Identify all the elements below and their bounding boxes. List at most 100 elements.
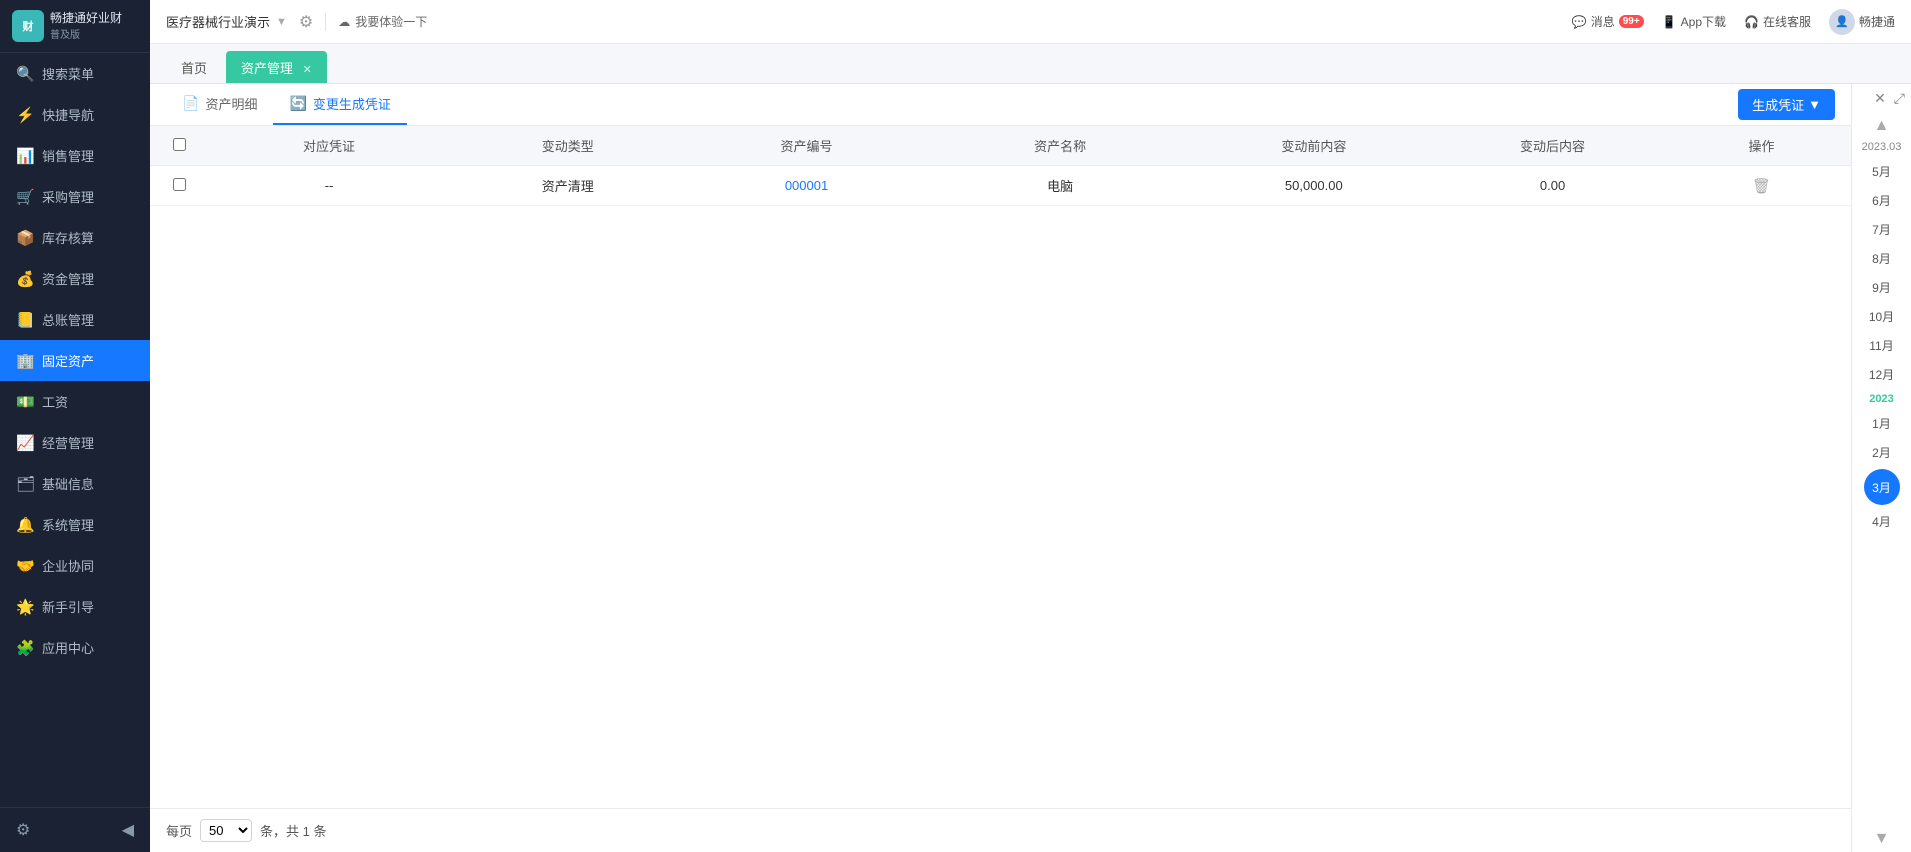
tab-close-button[interactable]: ✕ [303, 64, 312, 76]
sales-icon: 📊 [16, 147, 34, 165]
company-name: 医疗器械行业演示 [166, 12, 270, 31]
messages-button[interactable]: 💬 消息 99+ [1572, 13, 1644, 30]
sidebar-item-label: 系统管理 [42, 515, 94, 534]
month-4[interactable]: 4月 [1852, 507, 1911, 536]
settings-icon[interactable]: ⚙ [16, 820, 30, 840]
header-code-col: 资产编号 [687, 126, 926, 166]
customer-service-icon: 🎧 [1744, 15, 1759, 29]
messages-label: 消息 [1591, 13, 1615, 30]
experience-button[interactable]: ☁ 我要体验一下 [338, 13, 427, 30]
sidebar-bottom: ⚙ ◀ [0, 807, 150, 852]
topbar-divider [325, 13, 326, 31]
sidebar-item-sales[interactable]: 📊 销售管理 [0, 135, 150, 176]
user-menu-button[interactable]: 👤 畅捷通 [1829, 9, 1895, 35]
sidebar-item-label: 库存核算 [42, 228, 94, 247]
sidebar-item-guide[interactable]: 🌟 新手引导 [0, 586, 150, 627]
customer-service-button[interactable]: 🎧 在线客服 [1744, 13, 1811, 30]
purchase-icon: 🛒 [16, 188, 34, 206]
avatar: 👤 [1829, 9, 1855, 35]
sidebar-item-label: 销售管理 [42, 146, 94, 165]
ledger-icon: 📒 [16, 311, 34, 329]
row-code-cell: 000001 [687, 166, 926, 206]
year-2023-badge: 2023 [1852, 389, 1911, 409]
month-5[interactable]: 5月 [1852, 157, 1911, 186]
sidebar-item-operation[interactable]: 📈 经营管理 [0, 422, 150, 463]
sidebar-item-quicknav[interactable]: ⚡ 快捷导航 [0, 94, 150, 135]
dropdown-icon: ▼ [276, 16, 287, 28]
header-after-col: 变动后内容 [1433, 126, 1672, 166]
content-main: 📄 资产明细 🔄 变更生成凭证 生成凭证 ▼ [150, 84, 1851, 852]
year-month-label: 2023.03 [1852, 139, 1911, 157]
month-3-active[interactable]: 3月 [1864, 469, 1900, 505]
sidebar-item-salary[interactable]: 💵 工资 [0, 381, 150, 422]
month-12[interactable]: 12月 [1852, 360, 1911, 389]
table-row: -- 资产清理 000001 电脑 50,000.00 0.00 🗑 [150, 166, 1851, 206]
app-download-button[interactable]: 📱 App下载 [1662, 13, 1726, 30]
scroll-up-button[interactable]: ▲ [1852, 113, 1911, 139]
subtab-change-voucher[interactable]: 🔄 变更生成凭证 [273, 84, 406, 125]
app-logo-icon: 财 [12, 10, 44, 42]
sidebar-item-label: 资金管理 [42, 269, 94, 288]
sidebar-item-search[interactable]: 🔍 搜索菜单 [0, 53, 150, 94]
sidebar-item-label: 快捷导航 [42, 105, 94, 124]
tab-home-label: 首页 [181, 61, 207, 76]
change-voucher-icon: 🔄 [289, 95, 306, 112]
header-action-col: 操作 [1672, 126, 1851, 166]
guide-icon: 🌟 [16, 598, 34, 616]
scroll-down-button[interactable]: ▼ [1852, 826, 1911, 852]
tab-home[interactable]: 首页 [166, 51, 222, 83]
subtab-change-voucher-label: 变更生成凭证 [313, 94, 391, 113]
fixedasset-icon: 🏢 [16, 352, 34, 370]
subtab-asset-detail[interactable]: 📄 资产明细 [166, 84, 273, 125]
collapse-sidebar-button[interactable]: ◀ [122, 820, 134, 840]
quicknav-icon: ⚡ [16, 106, 34, 124]
header-before-col: 变动前内容 [1194, 126, 1433, 166]
month-7[interactable]: 7月 [1852, 215, 1911, 244]
month-2[interactable]: 2月 [1852, 438, 1911, 467]
sidebar: 财 畅捷通好业财 普及版 🔍 搜索菜单 ⚡ 快捷导航 📊 销售管理 🛒 采购管理… [0, 0, 150, 852]
row-voucher-cell: -- [210, 166, 449, 206]
generate-voucher-button[interactable]: 生成凭证 ▼ [1738, 89, 1835, 120]
header-checkbox-col [150, 126, 210, 166]
sidebar-item-apps[interactable]: 🧩 应用中心 [0, 627, 150, 668]
tab-asset-mgmt-label: 资产管理 [241, 61, 293, 76]
delete-row-button[interactable]: 🗑 [1752, 178, 1771, 195]
settings-gear-icon[interactable]: ⚙ [299, 12, 313, 32]
sidebar-item-label: 企业协同 [42, 556, 94, 575]
month-8[interactable]: 8月 [1852, 244, 1911, 273]
month-11[interactable]: 11月 [1852, 331, 1911, 360]
company-title[interactable]: 医疗器械行业演示 ▼ [166, 12, 287, 31]
row-after-cell: 0.00 [1433, 166, 1672, 206]
per-page-select[interactable]: 50 10 20 100 [200, 819, 252, 842]
collab-icon: 🤝 [16, 557, 34, 575]
generate-voucher-label: 生成凭证 [1752, 95, 1804, 114]
right-panel-expand-button[interactable]: ⤢ [1892, 88, 1907, 109]
finance-icon: 💰 [16, 270, 34, 288]
select-all-checkbox[interactable] [173, 138, 186, 151]
row-checkbox[interactable] [173, 178, 186, 191]
app-download-label: App下载 [1681, 13, 1726, 30]
row-action-cell: 🗑 [1672, 166, 1851, 206]
sidebar-item-label: 搜索菜单 [42, 64, 94, 83]
sidebar-item-ledger[interactable]: 📒 总账管理 [0, 299, 150, 340]
right-panel-close-button[interactable]: ✕ [1872, 88, 1888, 109]
month-10[interactable]: 10月 [1852, 302, 1911, 331]
month-1[interactable]: 1月 [1852, 409, 1911, 438]
month-9[interactable]: 9月 [1852, 273, 1911, 302]
sidebar-item-system[interactable]: 🔔 系统管理 [0, 504, 150, 545]
subtab-asset-detail-label: 资产明细 [205, 94, 257, 113]
sidebar-item-collab[interactable]: 🤝 企业协同 [0, 545, 150, 586]
sidebar-item-fixedasset[interactable]: 🏢 固定资产 [0, 340, 150, 381]
month-6[interactable]: 6月 [1852, 186, 1911, 215]
sidebar-item-finance[interactable]: 💰 资金管理 [0, 258, 150, 299]
right-panel: ✕ ⤢ ▲ 2023.03 5月 6月 7月 8月 9月 10月 11月 12月… [1851, 84, 1911, 852]
header-type-col: 变动类型 [448, 126, 687, 166]
tab-asset-mgmt[interactable]: 资产管理 ✕ [226, 51, 327, 83]
customer-service-label: 在线客服 [1763, 13, 1811, 30]
sidebar-item-label: 固定资产 [42, 351, 94, 370]
sidebar-item-basic[interactable]: 🗂 基础信息 [0, 463, 150, 504]
sidebar-item-inventory[interactable]: 📦 库存核算 [0, 217, 150, 258]
data-table: 对应凭证 变动类型 资产编号 资产名称 变动前内容 变动后内容 操作 [150, 126, 1851, 206]
topbar-right: 💬 消息 99+ 📱 App下载 🎧 在线客服 👤 畅捷通 [1572, 9, 1895, 35]
sidebar-item-purchase[interactable]: 🛒 采购管理 [0, 176, 150, 217]
